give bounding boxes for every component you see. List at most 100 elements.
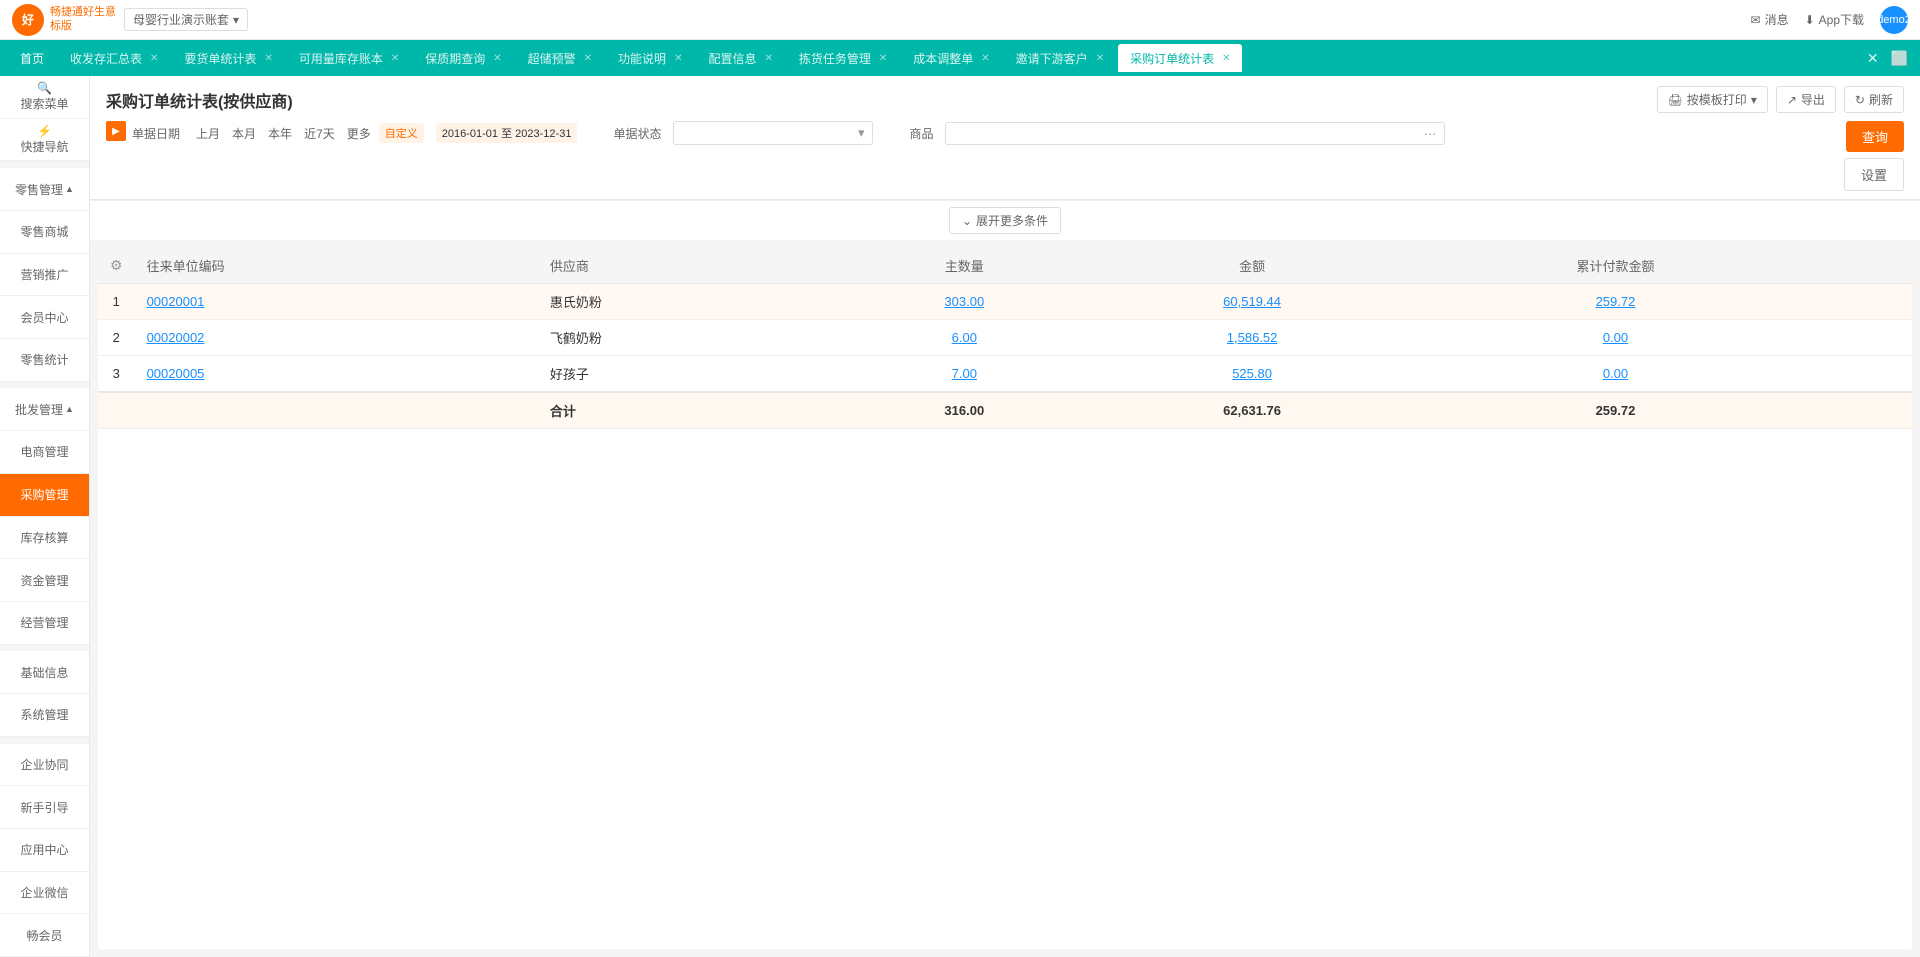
goods-input-wrap[interactable]: ··· [945,122,1445,145]
shortcut-this-month[interactable]: 本月 [228,124,260,143]
row-no: 3 [98,356,135,393]
setting-button[interactable]: 设置 [1844,158,1904,191]
sidebar-item-purchase[interactable]: 采购管理 [0,474,89,517]
nav-tab-4[interactable]: 超储预警 ✕ [516,44,604,72]
sidebar-item-basic-info[interactable]: 基础信息 [0,651,89,694]
row-qty: 7.00 [838,356,1090,393]
sidebar-item-members2[interactable]: 畅会员 [0,914,89,957]
row-qty: 6.00 [838,320,1090,356]
table-footer: 合计 316.00 62,631.76 259.72 [98,392,1912,429]
export-button[interactable]: ↗ 导出 [1776,86,1836,113]
amount-link[interactable]: 525.80 [1232,366,1272,381]
nav-tab-7[interactable]: 拣货任务管理 ✕ [787,44,899,72]
amount-link[interactable]: 1,586.52 [1227,330,1278,345]
avatar[interactable]: demo2 [1880,6,1908,34]
sidebar-item-members[interactable]: 会员中心 [0,296,89,339]
nav-tab-2[interactable]: 可用量库存账本 ✕ [287,44,411,72]
close-icon[interactable]: ✕ [879,53,887,64]
close-icon[interactable]: ✕ [674,53,682,64]
nav-tab-3[interactable]: 保质期查询 ✕ [413,44,513,72]
nav-tab-10[interactable]: 采购订单统计表 ✕ [1118,44,1242,72]
custom-date-tag[interactable]: 自定义 [379,123,424,143]
sidebar-item-retail-mall[interactable]: 零售商城 [0,211,89,254]
goods-more-icon[interactable]: ··· [1423,126,1436,141]
row-no: 2 [98,320,135,356]
row-amount: 60,519.44 [1090,284,1414,320]
messages-button[interactable]: ✉ 消息 [1751,11,1789,28]
qty-link[interactable]: 6.00 [952,330,977,345]
row-code: 00020002 [135,320,538,356]
page-actions: 🖨 按模板打印 ▾ ↗ 导出 ↻ 刷新 [1657,86,1904,113]
workspace-selector[interactable]: 母婴行业演示账套 ▾ [124,8,248,31]
shortcut-7days[interactable]: 近7天 [300,124,339,143]
template-print-button[interactable]: 🖨 按模板打印 ▾ [1657,86,1768,113]
sidebar-item-search[interactable]: 🔍 搜索菜单 [0,76,89,119]
sidebar-item-retail-mgmt[interactable]: 零售管理 ▲ [0,168,89,211]
amount-link[interactable]: 60,519.44 [1223,294,1281,309]
sidebar-item-enterprise[interactable]: 企业协同 [0,744,89,787]
sidebar-item-marketing[interactable]: 营销推广 [0,254,89,297]
refresh-icon: ↻ [1855,93,1865,107]
footer-paid: 259.72 [1414,392,1817,429]
sidebar-item-new-guide[interactable]: 新手引导 [0,786,89,829]
close-icon[interactable]: ✕ [1096,53,1104,64]
nav-tab-5[interactable]: 功能说明 ✕ [606,44,694,72]
sidebar-item-wholesale[interactable]: 批发管理 ▲ [0,388,89,431]
close-icon[interactable]: ✕ [264,53,272,64]
shortcut-this-year[interactable]: 本年 [264,124,296,143]
nav-tab-6[interactable]: 配置信息 ✕ [696,44,784,72]
close-icon[interactable]: ✕ [981,53,989,64]
sidebar-item-quick-nav[interactable]: ⚡ 快捷导航 [0,119,89,162]
goods-input[interactable] [954,126,1419,140]
close-tab-button[interactable]: ✕ [1863,48,1883,69]
expand-row: ⌄ 展开更多条件 [90,200,1920,240]
app-download-button[interactable]: ⬇ App下载 [1805,11,1864,28]
sidebar-item-inventory[interactable]: 库存核算 [0,517,89,560]
sidebar-item-app-center[interactable]: 应用中心 [0,829,89,872]
expand-conditions-button[interactable]: ⌄ 展开更多条件 [949,207,1061,234]
code-link[interactable]: 00020001 [147,294,205,309]
shortcut-more[interactable]: 更多 [343,124,375,143]
sidebar-item-operations[interactable]: 经营管理 [0,602,89,645]
refresh-button[interactable]: ↻ 刷新 [1844,86,1904,113]
col-supplier-header: 供应商 [538,248,838,284]
code-link[interactable]: 00020005 [147,366,205,381]
code-link[interactable]: 00020002 [147,330,205,345]
date-range-display: 2016-01-01 至 2023-12-31 [436,123,578,143]
footer-amount: 62,631.76 [1090,392,1414,429]
close-icon[interactable]: ✕ [584,53,592,64]
sidebar-item-finance[interactable]: 资金管理 [0,559,89,602]
qty-link[interactable]: 303.00 [944,294,984,309]
sidebar-item-retail-stats[interactable]: 零售统计 [0,339,89,382]
close-icon[interactable]: ✕ [764,53,772,64]
close-icon[interactable]: ✕ [150,53,158,64]
nav-tab-8[interactable]: 成本调整单 ✕ [901,44,1001,72]
search-button[interactable]: 查询 [1846,121,1904,152]
qty-link[interactable]: 7.00 [952,366,977,381]
sidebar-item-wechat[interactable]: 企业微信 [0,872,89,915]
settings-icon[interactable]: ⚙ [110,257,123,273]
paid-link[interactable]: 0.00 [1603,366,1628,381]
nav-tabs-actions: ✕ ⬜ [1863,48,1912,69]
toggle-filter-button[interactable]: ▶ [106,121,126,141]
nav-tab-home[interactable]: 首页 [8,44,56,72]
shortcut-last-month[interactable]: 上月 [192,124,224,143]
content-area: 采购订单统计表(按供应商) 🖨 按模板打印 ▾ ↗ 导出 ↻ 刷新 [90,76,1920,957]
close-icon[interactable]: ✕ [493,53,501,64]
print-icon: 🖨 [1668,93,1683,107]
row-qty: 303.00 [838,284,1090,320]
row-code: 00020001 [135,284,538,320]
nav-tab-1[interactable]: 要货单统计表 ✕ [172,44,284,72]
message-icon: ✉ [1751,13,1761,27]
sidebar-item-ecommerce[interactable]: 电商管理 [0,431,89,474]
status-select[interactable]: ▾ [673,121,873,145]
row-paid: 0.00 [1414,320,1817,356]
paid-link[interactable]: 0.00 [1603,330,1628,345]
nav-tab-0[interactable]: 收发存汇总表 ✕ [58,44,170,72]
close-icon[interactable]: ✕ [1222,53,1230,64]
paid-link[interactable]: 259.72 [1596,294,1636,309]
restore-tab-button[interactable]: ⬜ [1887,48,1912,69]
sidebar-item-system[interactable]: 系统管理 [0,694,89,737]
nav-tab-9[interactable]: 邀请下游客户 ✕ [1004,44,1116,72]
close-icon[interactable]: ✕ [391,53,399,64]
